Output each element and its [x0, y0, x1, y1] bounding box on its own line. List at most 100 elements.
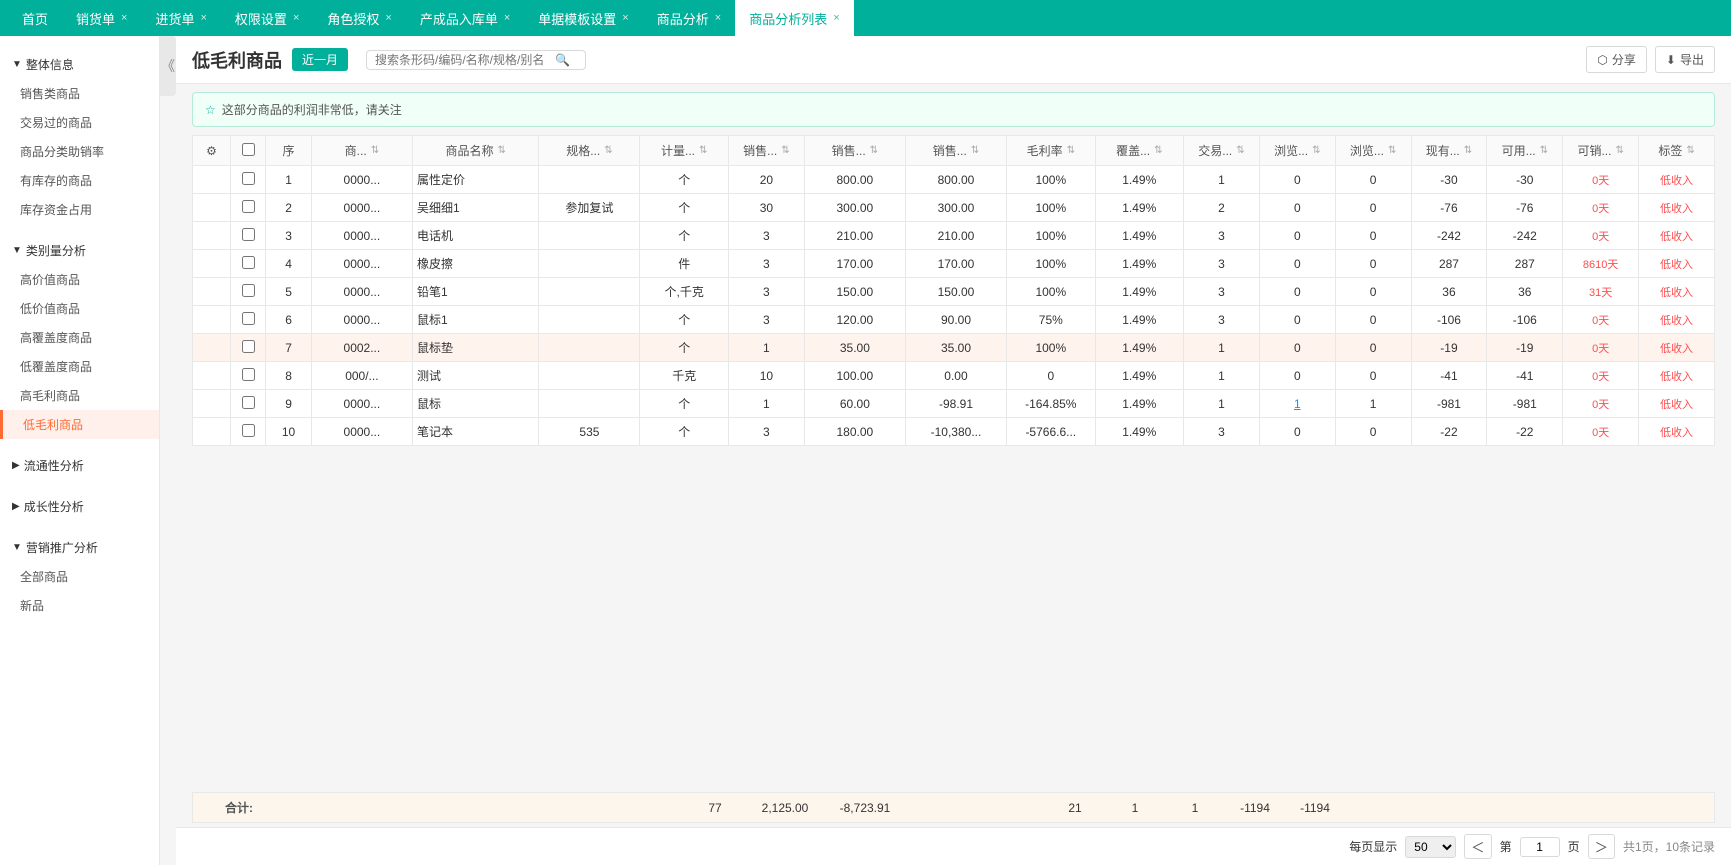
sidebar-item-low-margin[interactable]: 低毛利商品 [0, 410, 159, 439]
cell-available-stock: 36 [1487, 278, 1563, 306]
cell-trade-times: 3 [1184, 250, 1260, 278]
page-label: 第 [1500, 838, 1512, 855]
sidebar-item-in-stock[interactable]: 有库存的商品 [0, 166, 159, 195]
th-current-stock[interactable]: 现有...⇅ [1411, 136, 1487, 166]
close-icon[interactable]: × [293, 12, 299, 24]
sidebar-group-marketing[interactable]: ▼ 营销推广分析 [0, 533, 159, 562]
th-saleable-days[interactable]: 可销...⇅ [1563, 136, 1639, 166]
nav-template[interactable]: 单据模板设置 × [524, 0, 642, 36]
nav-purchase[interactable]: 进货单 × [141, 0, 220, 36]
cell-checkbox[interactable] [230, 222, 265, 250]
sidebar-item-category-sales-rate[interactable]: 商品分类助销率 [0, 137, 159, 166]
table-row: 9 0000... 鼠标 个 1 60.00 -98.91 -164.85% 1… [193, 390, 1715, 418]
th-sales-price[interactable]: 销售...⇅ [804, 136, 905, 166]
nav-product-entry[interactable]: 产成品入库单 × [406, 0, 524, 36]
time-filter-button[interactable]: 近一月 [292, 48, 348, 71]
page-suffix: 页 [1568, 838, 1580, 855]
cell-browse-count[interactable]: 1 [1259, 390, 1335, 418]
cell-checkbox[interactable] [230, 390, 265, 418]
close-icon[interactable]: × [622, 12, 628, 24]
sidebar-group-overall[interactable]: ▼ 整体信息 [0, 50, 159, 79]
cell-browse-count: 0 [1259, 418, 1335, 446]
th-sales-qty[interactable]: 销售...⇅ [728, 136, 804, 166]
cell-trade-times: 1 [1184, 390, 1260, 418]
nav-sales[interactable]: 销货单 × [62, 0, 141, 36]
th-checkbox[interactable] [230, 136, 265, 166]
cell-checkbox[interactable] [230, 250, 265, 278]
data-table: ⚙ 序 商...⇅ 商品名称⇅ 规格...⇅ 计量...⇅ 销售...⇅ 销售.… [192, 135, 1715, 446]
sidebar-group-category[interactable]: ▼ 类别量分析 [0, 236, 159, 265]
sidebar-collapse-button[interactable]: 《 [160, 36, 176, 96]
cell-checkbox[interactable] [230, 278, 265, 306]
nav-product-analysis-list[interactable]: 商品分析列表 × [735, 0, 853, 36]
sidebar-item-high-value[interactable]: 高价值商品 [0, 265, 159, 294]
select-all-checkbox[interactable] [242, 143, 255, 156]
sidebar-group-circulation[interactable]: ▶ 流通性分析 [0, 451, 159, 480]
cell-checkbox[interactable] [230, 418, 265, 446]
cell-name: 电话机 [412, 222, 538, 250]
th-gross-rate[interactable]: 毛利率⇅ [1007, 136, 1095, 166]
sidebar-group-growth[interactable]: ▶ 成长性分析 [0, 492, 159, 521]
close-icon[interactable]: × [121, 12, 127, 24]
sidebar-item-sales-products[interactable]: 销售类商品 [0, 79, 159, 108]
cell-checkbox[interactable] [230, 362, 265, 390]
cell-current-stock: -981 [1411, 390, 1487, 418]
th-code[interactable]: 商...⇅ [311, 136, 412, 166]
close-icon[interactable]: × [715, 12, 721, 24]
th-unit[interactable]: 计量...⇅ [640, 136, 728, 166]
sidebar-item-all-products[interactable]: 全部商品 [0, 562, 159, 591]
th-tag[interactable]: 标签⇅ [1639, 136, 1715, 166]
next-page-button[interactable]: ＞ [1588, 834, 1615, 859]
nav-product-analysis[interactable]: 商品分析 × [643, 0, 735, 36]
sort-icon: ⇅ [1067, 145, 1075, 156]
close-icon[interactable]: × [385, 12, 391, 24]
footer-sales-qty: 77 [685, 801, 745, 815]
th-sales-amount[interactable]: 销售...⇅ [905, 136, 1006, 166]
share-button[interactable]: ⬡ 分享 [1586, 46, 1647, 73]
search-icon[interactable]: 🔍 [555, 53, 570, 67]
sidebar-item-high-margin[interactable]: 高毛利商品 [0, 381, 159, 410]
page-number-input[interactable] [1520, 837, 1560, 857]
th-cover-rate[interactable]: 覆盖...⇅ [1095, 136, 1183, 166]
sidebar-item-low-coverage[interactable]: 低覆盖度商品 [0, 352, 159, 381]
cell-checkbox[interactable] [230, 166, 265, 194]
sidebar-item-high-coverage[interactable]: 高覆盖度商品 [0, 323, 159, 352]
sidebar-section-circulation: ▶ 流通性分析 [0, 445, 159, 486]
cell-settings [193, 390, 231, 418]
cell-sales-amount: 0.00 [905, 362, 1006, 390]
close-icon[interactable]: × [200, 12, 206, 24]
sort-icon: ⇅ [971, 145, 979, 156]
sidebar-item-capital[interactable]: 库存资金占用 [0, 195, 159, 224]
nav-roles[interactable]: 角色授权 × [313, 0, 405, 36]
sidebar-item-new-products[interactable]: 新品 [0, 591, 159, 620]
sidebar-item-low-value[interactable]: 低价值商品 [0, 294, 159, 323]
th-browse-count[interactable]: 浏览...⇅ [1259, 136, 1335, 166]
cell-checkbox[interactable] [230, 334, 265, 362]
page-size-select[interactable]: 50 100 200 [1405, 836, 1456, 858]
cell-sales-amount: -10,380... [905, 418, 1006, 446]
export-button[interactable]: ⬇ 导出 [1655, 46, 1715, 73]
page-size-label: 每页显示 [1349, 838, 1397, 855]
cell-sales-amount: 800.00 [905, 166, 1006, 194]
cell-checkbox[interactable] [230, 194, 265, 222]
sidebar-item-traded-products[interactable]: 交易过的商品 [0, 108, 159, 137]
nav-permissions[interactable]: 权限设置 × [221, 0, 313, 36]
th-trade-times[interactable]: 交易...⇅ [1184, 136, 1260, 166]
nav-home[interactable]: 首页 [8, 0, 62, 36]
prev-page-button[interactable]: ＜ [1464, 834, 1491, 859]
cell-checkbox[interactable] [230, 306, 265, 334]
cell-no: 2 [266, 194, 312, 222]
th-available-stock[interactable]: 可用...⇅ [1487, 136, 1563, 166]
cell-saleable-days: 31天 [1563, 278, 1639, 306]
th-settings[interactable]: ⚙ [193, 136, 231, 166]
cell-tag: 低收入 [1639, 166, 1715, 194]
cell-unit: 个 [640, 166, 728, 194]
cell-spec [539, 362, 640, 390]
th-browse-count2[interactable]: 浏览...⇅ [1335, 136, 1411, 166]
th-spec[interactable]: 规格...⇅ [539, 136, 640, 166]
search-input[interactable] [375, 53, 555, 67]
close-icon[interactable]: × [504, 12, 510, 24]
close-icon[interactable]: × [833, 12, 839, 24]
table-header-row: ⚙ 序 商...⇅ 商品名称⇅ 规格...⇅ 计量...⇅ 销售...⇅ 销售.… [193, 136, 1715, 166]
th-name[interactable]: 商品名称⇅ [412, 136, 538, 166]
